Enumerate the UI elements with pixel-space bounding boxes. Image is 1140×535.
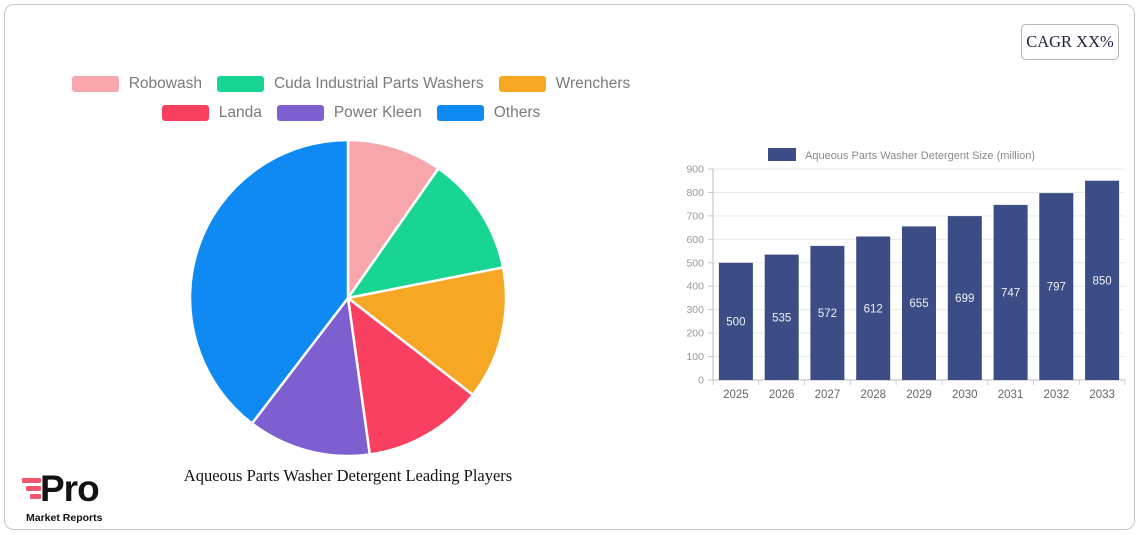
y-tick-label: 600 xyxy=(686,234,704,246)
bar-legend-swatch xyxy=(768,148,796,161)
legend-swatch xyxy=(276,105,324,121)
legend-label: Robowash xyxy=(128,75,202,92)
pie-chart-title: Aqueous Parts Washer Detergent Leading P… xyxy=(183,466,513,485)
x-axis-label-2025: 2025 xyxy=(723,389,749,401)
logo-subtitle: Market Reports xyxy=(26,512,103,524)
legend-label: Power Kleen xyxy=(333,104,422,121)
x-axis-label-2030: 2030 xyxy=(952,389,978,401)
pie-legend-row-2: Landa Power Kleen Others xyxy=(161,104,541,122)
bar-legend-label: Aqueous Parts Washer Detergent Size (mil… xyxy=(805,150,1035,162)
y-tick-label: 400 xyxy=(686,281,704,293)
legend-swatch xyxy=(216,76,264,92)
logo-name: Pro xyxy=(40,468,100,509)
legend-label: Landa xyxy=(218,104,262,121)
legend-item-robowash[interactable]: Robowash xyxy=(71,75,202,93)
x-axis-label-2028: 2028 xyxy=(860,389,886,401)
pie-chart xyxy=(188,138,508,458)
bar-value-label: 572 xyxy=(818,308,837,320)
x-axis-label-2026: 2026 xyxy=(769,389,795,401)
legend-swatch xyxy=(498,76,546,92)
y-tick-label: 100 xyxy=(686,351,704,363)
pro-market-reports-logo: Pro Market Reports xyxy=(22,468,132,526)
x-axis-label-2027: 2027 xyxy=(815,389,841,401)
y-tick-label: 300 xyxy=(686,304,704,316)
y-tick-label: 0 xyxy=(698,375,704,387)
legend-item-others[interactable]: Others xyxy=(436,104,541,122)
bar-value-label: 699 xyxy=(955,293,974,305)
legend-label: Cuda Industrial Parts Washers xyxy=(273,75,484,92)
legend-swatch xyxy=(161,105,209,121)
cagr-badge: CAGR XX% xyxy=(1021,24,1119,60)
x-axis-label-2029: 2029 xyxy=(906,389,932,401)
pie-legend-row-1: Robowash Cuda Industrial Parts Washers Wre… xyxy=(71,75,631,93)
y-tick-label: 900 xyxy=(686,164,704,176)
legend-label: Others xyxy=(493,104,541,121)
legend-item-power-kleen[interactable]: Power Kleen xyxy=(276,104,422,122)
bar-chart: Aqueous Parts Washer Detergent Size (mil… xyxy=(686,148,1126,401)
legend-item-cuda-industrial-parts-washers[interactable]: Cuda Industrial Parts Washers xyxy=(216,75,484,93)
y-tick-label: 700 xyxy=(686,210,704,222)
bar-legend[interactable]: Aqueous Parts Washer Detergent Size (mil… xyxy=(768,148,1035,162)
legend-label: Wrenchers xyxy=(555,75,631,92)
cagr-badge-label: CAGR XX% xyxy=(1026,32,1114,51)
y-tick-label: 500 xyxy=(686,257,704,269)
bar-value-label: 655 xyxy=(909,298,928,310)
legend-item-landa[interactable]: Landa xyxy=(161,104,262,122)
logo-stripes-icon xyxy=(22,478,42,500)
y-tick-label: 800 xyxy=(686,187,704,199)
legend-swatch xyxy=(436,105,484,121)
x-axis-label-2031: 2031 xyxy=(998,389,1024,401)
x-axis-label-2032: 2032 xyxy=(1044,389,1070,401)
y-tick-label: 200 xyxy=(686,328,704,340)
pie-legend: Robowash Cuda Industrial Parts Washers Wre… xyxy=(55,75,647,122)
x-axis-label-2033: 2033 xyxy=(1089,389,1115,401)
bar-value-label: 850 xyxy=(1093,275,1112,287)
bar-value-label: 747 xyxy=(1001,287,1020,299)
bar-value-label: 500 xyxy=(726,316,745,328)
legend-swatch xyxy=(71,76,119,92)
bar-value-label: 797 xyxy=(1047,282,1066,294)
bar-value-label: 612 xyxy=(864,303,883,315)
bar-value-label: 535 xyxy=(772,312,791,324)
legend-item-wrenchers[interactable]: Wrenchers xyxy=(498,75,631,93)
